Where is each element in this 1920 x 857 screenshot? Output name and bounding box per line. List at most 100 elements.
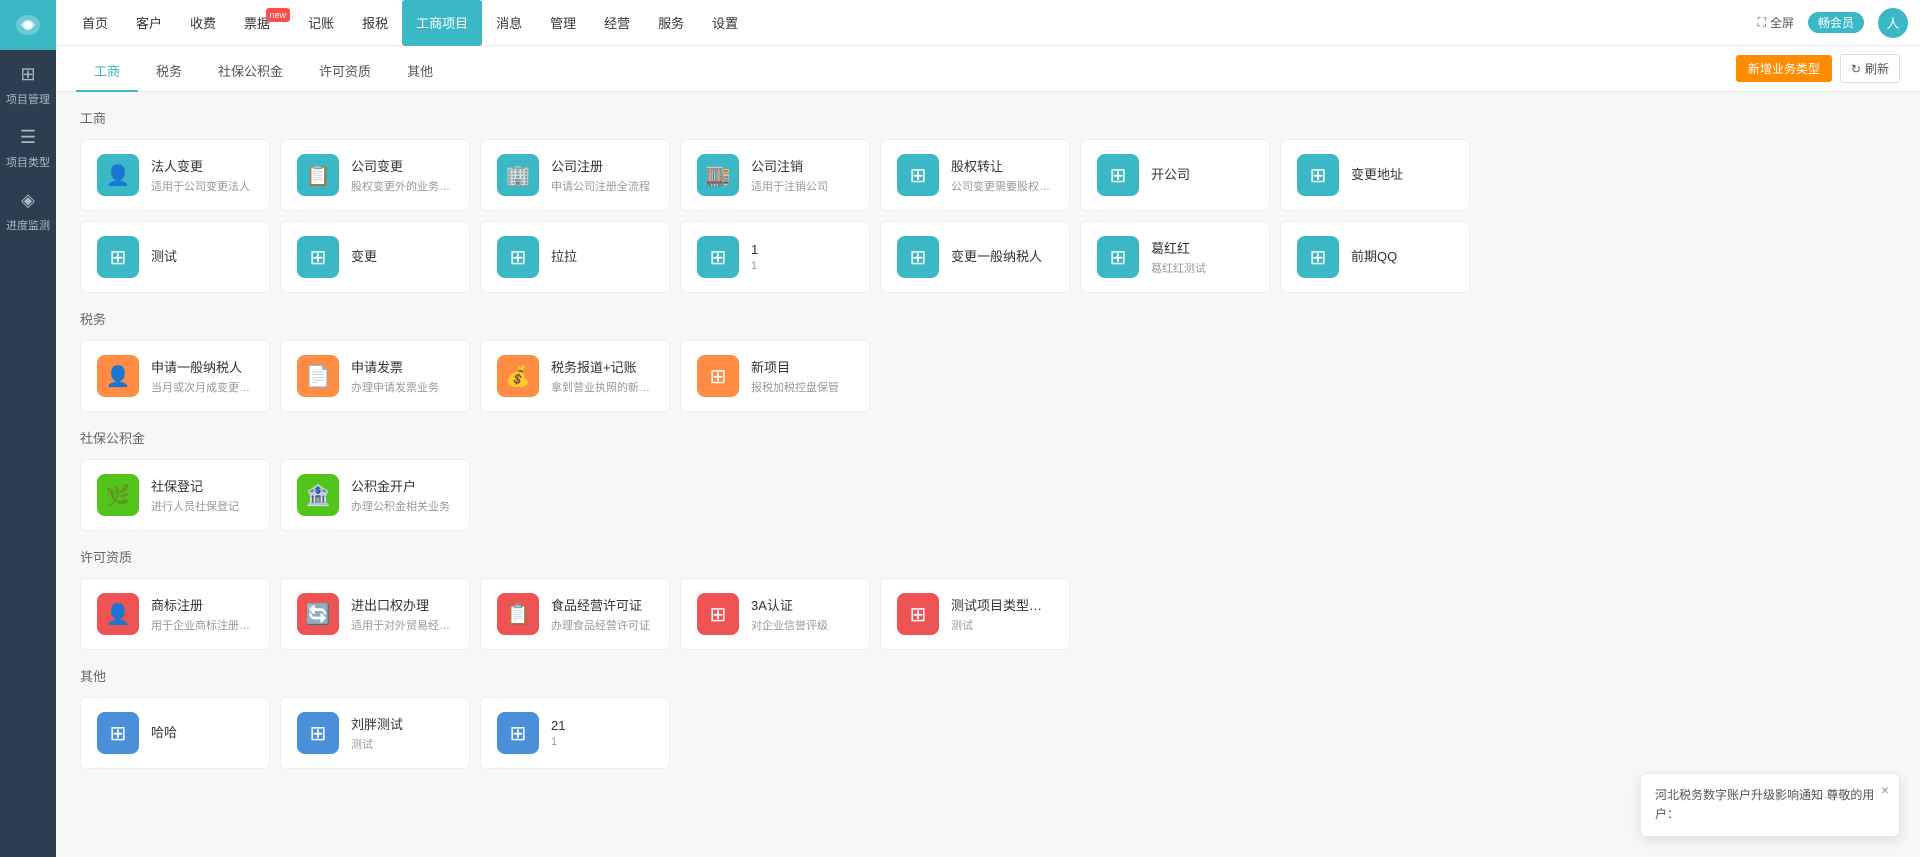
card-front-qq[interactable]: ⊞ 前期QQ (1280, 221, 1470, 293)
tab-industry[interactable]: 工商 (76, 51, 138, 92)
sidebar-item-project-manage[interactable]: ⊞ 项目管理 (0, 50, 56, 113)
card-icon-change-address: ⊞ (1297, 154, 1339, 196)
tab-permit[interactable]: 许可资质 (301, 51, 389, 92)
card-change[interactable]: ⊞ 变更 (280, 221, 470, 293)
nav-home[interactable]: 首页 (68, 0, 122, 46)
card-grid-social: 🌿 社保登记 进行人员社保登记 🏦 公积金开户 办理公积金相关业务 (80, 459, 1896, 531)
sidebar-item-progress-monitor-label: 进度监测 (6, 217, 50, 233)
card-desc-liu-pang-test: 测试 (351, 736, 453, 752)
card-apply-invoice[interactable]: 📄 申请发票 办理申请发票业务 (280, 340, 470, 412)
card-trademark[interactable]: 👤 商标注册 用于企业商标注册服务 (80, 578, 270, 650)
card-title-fund-open: 公积金开户 (351, 476, 453, 495)
card-tax-bookkeep[interactable]: 💰 税务报道+记账 拿到营业执照的新公司 (480, 340, 670, 412)
card-title-apply-invoice: 申请发票 (351, 357, 453, 376)
card-open-company[interactable]: ⊞ 开公司 (1080, 139, 1270, 211)
card-desc-legal-change: 适用于公司变更法人 (151, 178, 253, 194)
nav-tax[interactable]: 报税 (348, 0, 402, 46)
card-fund-open[interactable]: 🏦 公积金开户 办理公积金相关业务 (280, 459, 470, 531)
card-new-project[interactable]: ⊞ 新项目 报税加税控盘保管 (680, 340, 870, 412)
notification-close-button[interactable]: × (1881, 782, 1889, 798)
card-icon-new-project: ⊞ (697, 355, 739, 397)
card-social-register[interactable]: 🌿 社保登记 进行人员社保登记 (80, 459, 270, 531)
nav-customer[interactable]: 客户 (122, 0, 176, 46)
card-icon-twenty-one: ⊞ (497, 712, 539, 754)
card-haha[interactable]: ⊞ 哈哈 (80, 697, 270, 769)
sidebar: ⊞ 项目管理 ☰ 项目类型 ◈ 进度监测 (0, 0, 56, 857)
section-title-social: 社保公积金 (80, 428, 1896, 447)
card-icon-front-qq: ⊞ (1297, 236, 1339, 278)
refresh-icon: ↻ (1851, 62, 1861, 76)
avatar[interactable]: 人 (1878, 8, 1908, 38)
card-icon-legal-change: 👤 (97, 154, 139, 196)
card-change-address[interactable]: ⊞ 变更地址 (1280, 139, 1470, 211)
card-company-cancel[interactable]: 🏬 公司注销 适用于注销公司 (680, 139, 870, 211)
card-icon-one: ⊞ (697, 236, 739, 278)
nav-settings[interactable]: 设置 (698, 0, 752, 46)
card-liu-pang-test[interactable]: ⊞ 刘胖测试 测试 (280, 697, 470, 769)
card-equity-transfer[interactable]: ⊞ 股权转让 公司变更需要股权转让 (880, 139, 1070, 211)
fullscreen-icon: ⛶ (1758, 15, 1766, 30)
card-desc-trademark: 用于企业商标注册服务 (151, 617, 253, 633)
vip-button[interactable]: 畅会员 (1808, 12, 1864, 33)
card-grid-other: ⊞ 哈哈 ⊞ 刘胖测试 测试 ⊞ 21 (80, 697, 1896, 769)
card-twenty-one[interactable]: ⊞ 21 1 (480, 697, 670, 769)
card-desc-fund-open: 办理公积金相关业务 (351, 498, 453, 514)
refresh-button[interactable]: ↻ 刷新 (1840, 54, 1900, 83)
logo (0, 0, 56, 50)
card-desc-apply-invoice: 办理申请发票业务 (351, 379, 453, 395)
ticket-badge: new (266, 8, 291, 23)
card-change-taxpayer[interactable]: ⊞ 变更一般纳税人 (880, 221, 1070, 293)
card-title-apply-taxpayer: 申请一般纳税人 (151, 357, 253, 376)
card-lala[interactable]: ⊞ 拉拉 (480, 221, 670, 293)
card-title-change: 变更 (351, 246, 453, 265)
project-type-icon: ☰ (14, 123, 42, 151)
card-icon-equity-transfer: ⊞ (897, 154, 939, 196)
card-grid-industry: 👤 法人变更 适用于公司变更法人 📋 公司变更 股权变更外的业务变更 🏢 (80, 139, 1896, 211)
section-title-permit: 许可资质 (80, 547, 1896, 566)
card-company-register[interactable]: 🏢 公司注册 申请公司注册全流程 (480, 139, 670, 211)
card-test[interactable]: ⊞ 测试 (80, 221, 270, 293)
card-one[interactable]: ⊞ 1 1 (680, 221, 870, 293)
card-title-food-permit: 食品经营许可证 (551, 595, 653, 614)
tab-bar: 工商 税务 社保公积金 许可资质 其他 新增业务类型 ↻ 刷新 (56, 46, 1920, 92)
notification-text: 河北税务数字账户升级影响通知 尊敬的用户： (1655, 786, 1885, 824)
new-type-button[interactable]: 新增业务类型 (1736, 55, 1832, 82)
card-icon-company-cancel: 🏬 (697, 154, 739, 196)
card-icon-trademark: 👤 (97, 593, 139, 635)
card-grid-permit: 👤 商标注册 用于企业商标注册服务 🔄 进出口权办理 适用于对外贸易经营者 📋 (80, 578, 1896, 650)
tab-tax[interactable]: 税务 (138, 51, 200, 92)
card-desc-import-export: 适用于对外贸易经营者 (351, 617, 453, 633)
card-3a-cert[interactable]: ⊞ 3A认证 对企业信誉评级 (680, 578, 870, 650)
card-title-company-change: 公司变更 (351, 156, 453, 175)
nav-billing[interactable]: 收费 (176, 0, 230, 46)
sidebar-item-project-manage-label: 项目管理 (6, 91, 50, 107)
card-company-change[interactable]: 📋 公司变更 股权变更外的业务变更 (280, 139, 470, 211)
card-food-permit[interactable]: 📋 食品经营许可证 办理食品经营许可证 (480, 578, 670, 650)
card-import-export[interactable]: 🔄 进出口权办理 适用于对外贸易经营者 (280, 578, 470, 650)
card-title-tax-bookkeep: 税务报道+记账 (551, 357, 653, 376)
sidebar-item-progress-monitor[interactable]: ◈ 进度监测 (0, 176, 56, 239)
nav-message[interactable]: 消息 (482, 0, 536, 46)
progress-monitor-icon: ◈ (14, 186, 42, 214)
nav-operation[interactable]: 经营 (590, 0, 644, 46)
sidebar-item-project-type[interactable]: ☰ 项目类型 (0, 113, 56, 176)
card-title-open-company: 开公司 (1151, 164, 1253, 183)
tab-social[interactable]: 社保公积金 (200, 51, 301, 92)
nav-service[interactable]: 服务 (644, 0, 698, 46)
card-desc-company-change: 股权变更外的业务变更 (351, 178, 453, 194)
nav-ticket[interactable]: 票据 new (230, 0, 294, 46)
card-title-change-taxpayer: 变更一般纳税人 (951, 246, 1053, 265)
nav-manage[interactable]: 管理 (536, 0, 590, 46)
card-test-type[interactable]: ⊞ 测试项目类型目定义 测试 (880, 578, 1070, 650)
nav-bookkeeping[interactable]: 记账 (294, 0, 348, 46)
card-icon-change-taxpayer: ⊞ (897, 236, 939, 278)
card-apply-taxpayer[interactable]: 👤 申请一般纳税人 当月或次月成变更完成 (80, 340, 270, 412)
card-ge-hong-hong[interactable]: ⊞ 葛红红 葛红红测试 (1080, 221, 1270, 293)
card-title-import-export: 进出口权办理 (351, 595, 453, 614)
card-legal-change[interactable]: 👤 法人变更 适用于公司变更法人 (80, 139, 270, 211)
fullscreen-btn[interactable]: ⛶ 全屏 (1758, 14, 1794, 31)
card-title-twenty-one: 21 (551, 718, 653, 733)
tab-other[interactable]: 其他 (389, 51, 451, 92)
nav-industry[interactable]: 工商项目 (402, 0, 482, 46)
card-title-lala: 拉拉 (551, 246, 653, 265)
